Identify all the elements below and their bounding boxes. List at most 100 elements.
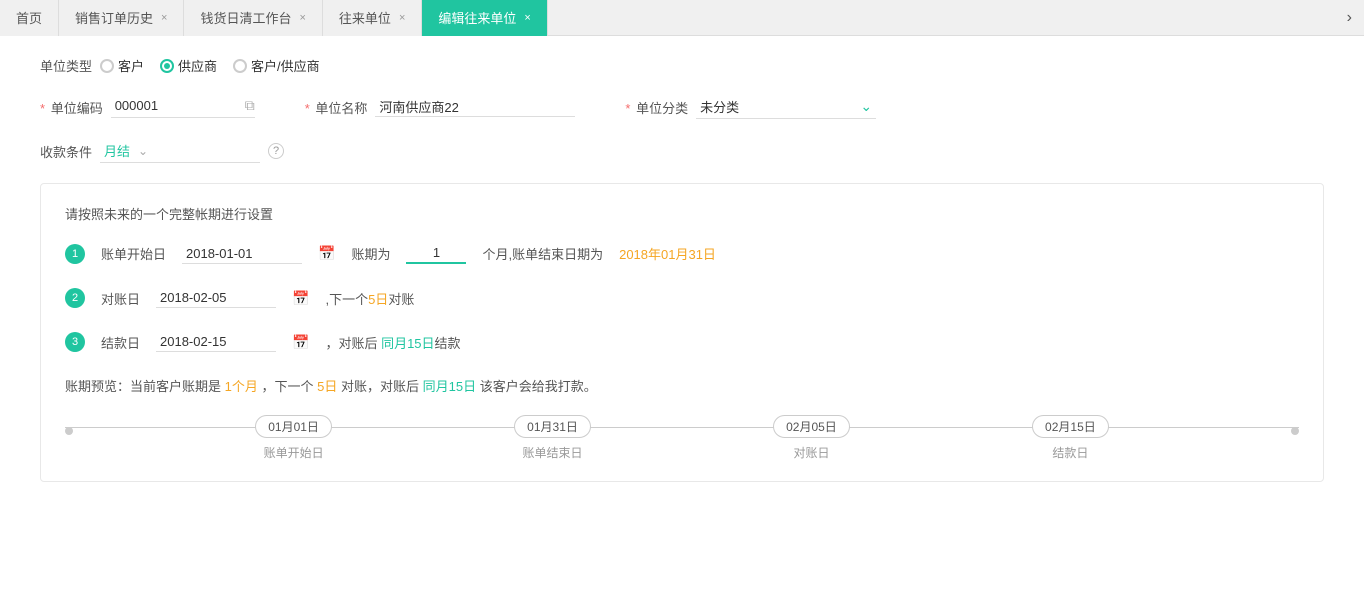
step-1-date-input[interactable] bbox=[182, 244, 302, 264]
tab-more-button[interactable]: › bbox=[1335, 9, 1364, 27]
radio-supplier[interactable]: 供应商 bbox=[160, 56, 217, 75]
tab-edit-partner[interactable]: 编辑往来单位 × bbox=[422, 0, 547, 36]
payment-terms-label: 收款条件 bbox=[40, 142, 92, 161]
tab-partner-label: 往来单位 bbox=[339, 8, 391, 27]
radio-dot-supplier bbox=[164, 63, 170, 69]
timeline-label-2: 对账日 bbox=[793, 444, 829, 461]
unit-type-group: 单位类型 客户 供应商 客户/供应商 bbox=[40, 56, 320, 75]
timeline-node-0: 01月01日 bbox=[255, 415, 332, 438]
step-2-label: 对账日 bbox=[101, 289, 140, 308]
unit-name-group: * 单位名称 bbox=[305, 97, 576, 117]
close-icon[interactable]: × bbox=[524, 12, 530, 24]
preview-suffix: 该客户会给我打款。 bbox=[480, 379, 597, 394]
unit-name-label: * 单位名称 bbox=[305, 98, 368, 117]
preview-sep1: ，下一个 bbox=[262, 379, 314, 394]
tab-edit-partner-label: 编辑往来单位 bbox=[438, 8, 516, 27]
unit-code-input[interactable] bbox=[111, 96, 241, 115]
tab-cash-work[interactable]: 钱货日清工作台 × bbox=[184, 0, 322, 36]
step-3-desc: ，对账后 同月15日结款 bbox=[325, 333, 460, 352]
timeline-node-3: 02月15日 bbox=[1032, 415, 1109, 438]
step-3-row: 3 结款日 📅 ，对账后 同月15日结款 bbox=[65, 332, 1299, 352]
step-2-desc: ,下一个5日对账 bbox=[325, 289, 414, 308]
payment-terms-group: 收款条件 月结 ⌄ ? bbox=[40, 139, 284, 163]
timeline-item-0: 01月01日 账单开始日 bbox=[255, 415, 332, 461]
timeline: 01月01日 账单开始日 01月31日 账单结束日 02月05日 对账日 02月… bbox=[65, 415, 1299, 461]
calendar-icon[interactable]: 📅 bbox=[292, 290, 309, 307]
step-2-number: 2 bbox=[65, 288, 85, 308]
preview-sep2: 对账，对账后 bbox=[341, 379, 419, 394]
tab-home[interactable]: 首页 bbox=[0, 0, 59, 36]
tab-partner[interactable]: 往来单位 × bbox=[323, 0, 422, 36]
copy-icon[interactable]: ⧉ bbox=[245, 97, 255, 114]
timeline-item-2: 02月05日 对账日 bbox=[773, 415, 850, 461]
unit-code-group: * 单位编码 ⧉ bbox=[40, 96, 255, 118]
preview-part1: 1个月 bbox=[225, 379, 258, 394]
timeline-start-dot bbox=[65, 427, 73, 435]
payment-terms-value: 月结 bbox=[104, 141, 130, 160]
step-1-period-label: 账期为 bbox=[351, 244, 390, 263]
radio-supplier-label: 供应商 bbox=[178, 56, 217, 75]
step-1-row: 1 账单开始日 📅 账期为 个月,账单结束日期为 2018年01月31日 bbox=[65, 243, 1299, 264]
preview-text: 账期预览：当前客户账期是 1个月 ，下一个 5日 对账，对账后 同月15日 该客… bbox=[65, 376, 1299, 395]
radio-circle-supplier bbox=[160, 59, 174, 73]
radio-customer-label: 客户 bbox=[118, 56, 144, 75]
step-3-number: 3 bbox=[65, 332, 85, 352]
unit-category-group: * 单位分类 未分类 ⌄ bbox=[625, 95, 876, 119]
radio-circle-customer bbox=[100, 59, 114, 73]
chevron-down-icon: ⌄ bbox=[860, 98, 872, 115]
chevron-down-icon: ⌄ bbox=[138, 144, 148, 158]
help-icon[interactable]: ? bbox=[268, 143, 284, 159]
unit-category-label: * 单位分类 bbox=[625, 98, 688, 117]
unit-info-row: * 单位编码 ⧉ * 单位名称 * 单位分类 未分类 ⌄ bbox=[40, 95, 1324, 119]
unit-name-input[interactable] bbox=[375, 97, 575, 117]
timeline-item-3: 02月15日 结款日 bbox=[1032, 415, 1109, 461]
tab-sales-history[interactable]: 销售订单历史 × bbox=[59, 0, 184, 36]
preview-part2: 5日 bbox=[317, 379, 337, 394]
calendar-icon[interactable]: 📅 bbox=[318, 245, 335, 262]
step-3-date-input[interactable] bbox=[156, 332, 276, 352]
unit-type-radio-group: 客户 供应商 客户/供应商 bbox=[100, 56, 320, 75]
unit-category-dropdown[interactable]: 未分类 ⌄ bbox=[696, 95, 876, 119]
timeline-node-1: 01月31日 bbox=[514, 415, 591, 438]
timeline-label-0: 账单开始日 bbox=[264, 444, 324, 461]
step-1-number: 1 bbox=[65, 244, 85, 264]
timeline-item-start-dot bbox=[65, 423, 73, 435]
tab-bar: 首页 销售订单历史 × 钱货日清工作台 × 往来单位 × 编辑往来单位 × › bbox=[0, 0, 1364, 36]
close-icon[interactable]: × bbox=[399, 12, 405, 24]
timeline-node-2: 02月05日 bbox=[773, 415, 850, 438]
timeline-items: 01月01日 账单开始日 01月31日 账单结束日 02月05日 对账日 02月… bbox=[65, 415, 1299, 461]
payment-terms-row: 收款条件 月结 ⌄ ? bbox=[40, 139, 1324, 163]
timeline-item-1: 01月31日 账单结束日 bbox=[514, 415, 591, 461]
unit-code-input-wrapper: ⧉ bbox=[111, 96, 255, 118]
tab-home-label: 首页 bbox=[16, 8, 42, 27]
unit-code-label: * 单位编码 bbox=[40, 98, 103, 117]
period-end-date: 2018年01月31日 bbox=[619, 244, 716, 263]
radio-both-label: 客户/供应商 bbox=[251, 56, 320, 75]
timeline-end-dot bbox=[1291, 427, 1299, 435]
step-2-highlight: 5日 bbox=[368, 292, 388, 307]
tab-sales-label: 销售订单历史 bbox=[75, 8, 153, 27]
preview-part3: 同月15日 bbox=[423, 379, 476, 394]
radio-both[interactable]: 客户/供应商 bbox=[233, 56, 320, 75]
tab-cash-label: 钱货日清工作台 bbox=[200, 8, 291, 27]
step-1-label: 账单开始日 bbox=[101, 244, 166, 263]
step-1-period-unit: 个月,账单结束日期为 bbox=[482, 244, 603, 263]
calendar-icon[interactable]: 📅 bbox=[292, 334, 309, 351]
radio-customer[interactable]: 客户 bbox=[100, 56, 144, 75]
radio-circle-both bbox=[233, 59, 247, 73]
unit-type-row: 单位类型 客户 供应商 客户/供应商 bbox=[40, 56, 1324, 75]
preview-prefix: 账期预览：当前客户账期是 bbox=[65, 379, 221, 394]
timeline-item-end-dot bbox=[1291, 423, 1299, 435]
step-2-row: 2 对账日 📅 ,下一个5日对账 bbox=[65, 288, 1299, 308]
close-icon[interactable]: × bbox=[299, 12, 305, 24]
close-icon[interactable]: × bbox=[161, 12, 167, 24]
step-3-highlight: 同月15日 bbox=[381, 336, 434, 351]
settings-card: 请按照未来的一个完整帐期进行设置 1 账单开始日 📅 账期为 个月,账单结束日期… bbox=[40, 183, 1324, 482]
unit-category-value: 未分类 bbox=[700, 97, 860, 116]
card-title: 请按照未来的一个完整帐期进行设置 bbox=[65, 204, 1299, 223]
period-value-input[interactable] bbox=[406, 243, 466, 264]
payment-terms-select[interactable]: 月结 ⌄ bbox=[100, 139, 260, 163]
step-2-date-input[interactable] bbox=[156, 288, 276, 308]
timeline-label-3: 结款日 bbox=[1052, 444, 1088, 461]
step-3-label: 结款日 bbox=[101, 333, 140, 352]
